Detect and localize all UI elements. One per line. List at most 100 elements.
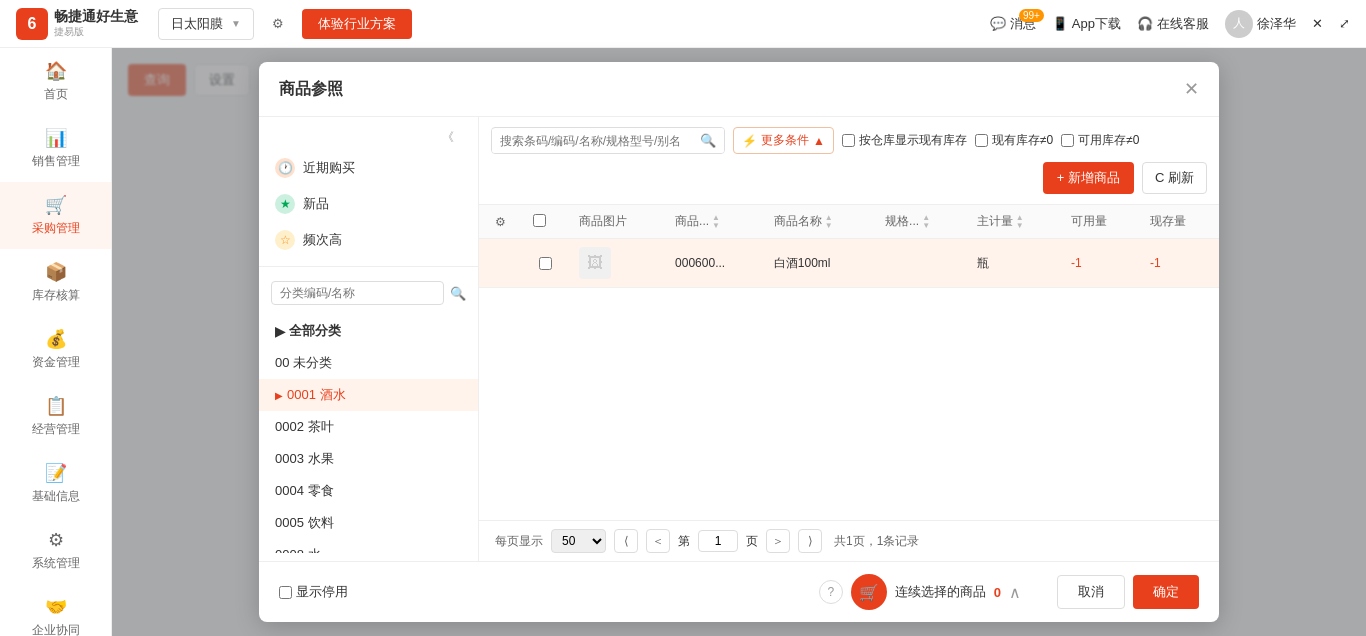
recent-icon: 🕐 <box>275 158 295 178</box>
user-area[interactable]: 人 徐泽华 <box>1225 10 1296 38</box>
close-window-btn[interactable]: ✕ <box>1312 16 1323 31</box>
quick-access-recent[interactable]: 🕐 近期购买 <box>259 150 478 186</box>
collapse-up-btn[interactable]: ∧ <box>1009 583 1021 602</box>
left-panel: 《 🕐 近期购买 ★ 新品 ☆ 频次高 <box>259 117 479 561</box>
check-stock-nonzero-input[interactable] <box>975 134 988 147</box>
cart-btn[interactable]: 🛒 <box>851 574 887 610</box>
product-search-icon[interactable]: 🔍 <box>692 128 724 153</box>
first-page-btn[interactable]: ⟨ <box>614 529 638 553</box>
prev-page-btn[interactable]: ＜ <box>646 529 670 553</box>
category-search-input[interactable] <box>271 281 444 305</box>
quick-access-new[interactable]: ★ 新品 <box>259 186 478 222</box>
sidebar-label-stock: 库存核算 <box>32 287 80 304</box>
confirm-btn[interactable]: 确定 <box>1133 575 1199 609</box>
filter-actions: + 新增商品 C 刷新 <box>1043 162 1207 194</box>
quick-access-header: 《 <box>259 125 478 150</box>
check-available-nonzero-input[interactable] <box>1061 134 1074 147</box>
select-all-checkbox[interactable] <box>533 214 546 227</box>
category-item-0004[interactable]: 0004 零食 <box>259 475 478 507</box>
th-code[interactable]: 商品... ▲▼ <box>665 205 764 239</box>
modal-title: 商品参照 <box>279 79 343 100</box>
refresh-btn[interactable]: C 刷新 <box>1142 162 1207 194</box>
modal-close-btn[interactable]: ✕ <box>1184 78 1199 100</box>
add-product-btn[interactable]: + 新增商品 <box>1043 162 1134 194</box>
modal-footer: 显示停用 ? 🛒 连续选择的商品 0 ∧ 取消 确定 <box>259 561 1219 622</box>
category-item-0008[interactable]: 0008 水 <box>259 539 478 553</box>
per-page-select[interactable]: 50 100 <box>551 529 606 553</box>
th-spec[interactable]: 规格... ▲▼ <box>875 205 967 239</box>
show-disabled-label[interactable]: 显示停用 <box>279 583 348 601</box>
category-item-0003[interactable]: 0003 水果 <box>259 443 478 475</box>
sidebar-label-corp: 企业协同 <box>32 622 80 636</box>
category-item-0002[interactable]: 0002 茶叶 <box>259 411 478 443</box>
sidebar-label-business: 经营管理 <box>32 421 80 438</box>
quick-access-freq[interactable]: ☆ 频次高 <box>259 222 478 258</box>
sidebar-item-system[interactable]: ⚙ 系统管理 <box>0 517 111 584</box>
th-unit-label: 主计量 <box>977 213 1013 230</box>
per-page-label: 每页显示 <box>495 533 543 550</box>
category-list: ▶ 全部分类 00 未分类 ▶ 0001 酒水 0002 茶 <box>259 311 478 553</box>
content-area: 查询 设置 刷新 商品参照 ✕ 《 <box>112 48 1366 636</box>
row-checkbox[interactable] <box>539 257 552 270</box>
page-input[interactable] <box>698 530 738 552</box>
product-search-input[interactable] <box>492 129 692 153</box>
last-page-btn[interactable]: ⟩ <box>798 529 822 553</box>
category-label-0004: 0004 零食 <box>275 482 334 500</box>
next-page-btn[interactable]: ＞ <box>766 529 790 553</box>
show-disabled-checkbox[interactable] <box>279 586 292 599</box>
sidebar-item-purchase[interactable]: 🛒 采购管理 <box>0 182 111 249</box>
category-item-0001[interactable]: ▶ 0001 酒水 <box>259 379 478 411</box>
category-search-icon[interactable]: 🔍 <box>450 286 466 301</box>
th-name[interactable]: 商品名称 ▲▼ <box>764 205 875 239</box>
business-icon: 📋 <box>45 395 67 417</box>
corp-icon: 🤝 <box>45 596 67 618</box>
sidebar-item-business[interactable]: 📋 经营管理 <box>0 383 111 450</box>
category-item-0005[interactable]: 0005 饮料 <box>259 507 478 539</box>
sidebar-label-purchase: 采购管理 <box>32 220 80 237</box>
check-stock-nonzero-label[interactable]: 现有库存≠0 <box>975 132 1053 149</box>
help-icon[interactable]: ? <box>819 580 843 604</box>
category-item-uncat[interactable]: 00 未分类 <box>259 347 478 379</box>
check-warehouse-input[interactable] <box>842 134 855 147</box>
freq-icon: ☆ <box>275 230 295 250</box>
check-warehouse-label[interactable]: 按仓库显示现有库存 <box>842 132 967 149</box>
messages-btn[interactable]: 💬 消息 99+ <box>990 15 1036 33</box>
sidebar-item-sales[interactable]: 📊 销售管理 <box>0 115 111 182</box>
nav-label: 日太阳膜 <box>171 15 223 33</box>
phone-icon: 📱 <box>1052 16 1068 31</box>
row-code: 000600... <box>665 239 764 288</box>
sidebar-item-home[interactable]: 🏠 首页 <box>0 48 111 115</box>
app-label: App下载 <box>1072 15 1121 33</box>
th-stock: 现存量 <box>1140 205 1219 239</box>
check-available-nonzero-label[interactable]: 可用库存≠0 <box>1061 132 1139 149</box>
row-gear <box>479 239 523 288</box>
table-row[interactable]: 🖼 000600... 白酒100ml 瓶 -1 -1 <box>479 239 1219 288</box>
online-service-btn[interactable]: 🎧 在线客服 <box>1137 15 1209 33</box>
th-img-label: 商品图片 <box>579 214 627 228</box>
sidebar-item-finance[interactable]: 💰 资金管理 <box>0 316 111 383</box>
left-panel-collapse-btn[interactable]: 《 <box>434 129 462 146</box>
sidebar-item-stock[interactable]: 📦 库存核算 <box>0 249 111 316</box>
more-conditions-btn[interactable]: ⚡ 更多条件 ▲ <box>733 127 834 154</box>
new-icon: ★ <box>275 194 295 214</box>
sidebar-item-corp[interactable]: 🤝 企业协同 <box>0 584 111 636</box>
trial-btn[interactable]: 体验行业方案 <box>302 9 412 39</box>
gear-icon[interactable]: ⚙ <box>495 215 506 229</box>
category-item-all[interactable]: ▶ 全部分类 <box>259 315 478 347</box>
category-label-0003: 0003 水果 <box>275 450 334 468</box>
topbar-right: 💬 消息 99+ 📱 App下载 🎧 在线客服 人 徐泽华 ✕ ⤢ <box>990 10 1350 38</box>
app-download-btn[interactable]: 📱 App下载 <box>1052 15 1121 33</box>
nav-dropdown[interactable]: 日太阳膜 ▼ <box>158 8 254 40</box>
maximize-btn[interactable]: ⤢ <box>1339 16 1350 31</box>
page-label: 第 <box>678 533 690 550</box>
expand-0001-icon: ▶ <box>275 390 283 401</box>
quick-access-new-label: 新品 <box>303 195 329 213</box>
avatar: 人 <box>1225 10 1253 38</box>
right-panel: 🔍 ⚡ 更多条件 ▲ 按仓库显示现有库存 <box>479 117 1219 561</box>
sort-unit-icon: ▲▼ <box>1016 214 1024 230</box>
modal-body: 《 🕐 近期购买 ★ 新品 ☆ 频次高 <box>259 117 1219 561</box>
th-unit[interactable]: 主计量 ▲▼ <box>967 205 1061 239</box>
sidebar-item-basic[interactable]: 📝 基础信息 <box>0 450 111 517</box>
settings-icon[interactable]: ⚙ <box>262 8 294 40</box>
cancel-btn[interactable]: 取消 <box>1057 575 1125 609</box>
